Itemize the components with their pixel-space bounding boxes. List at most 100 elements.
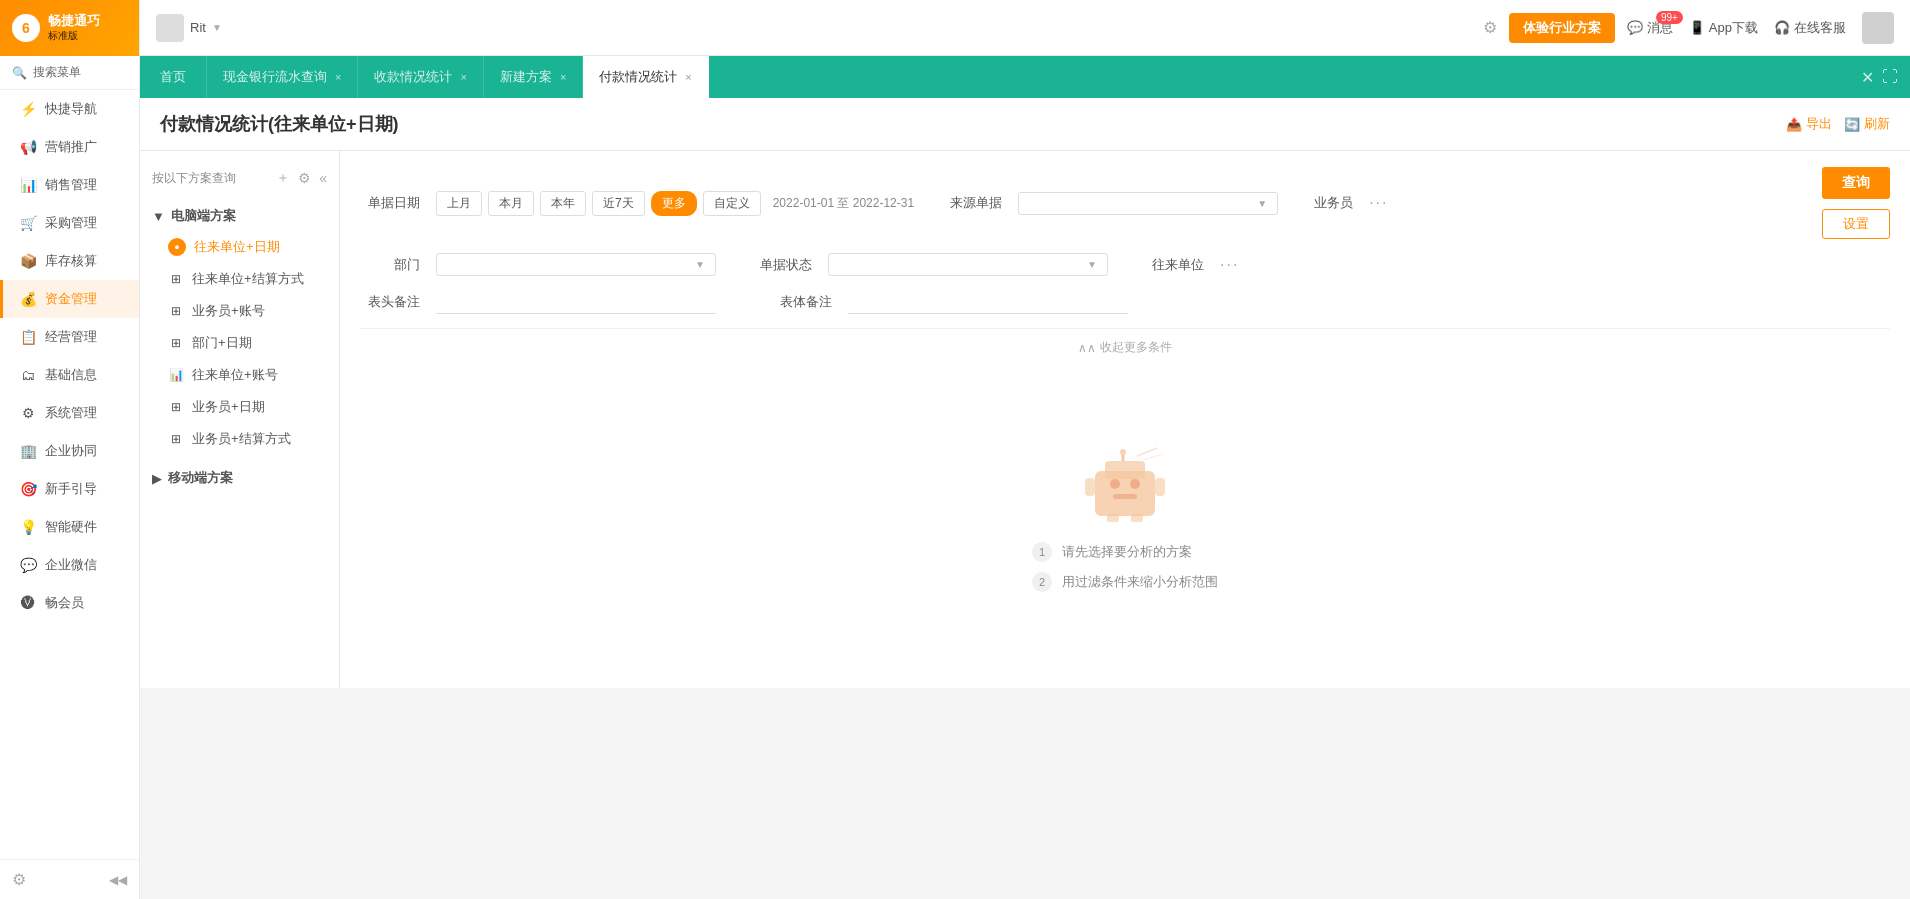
sidebar-item-label: 系统管理 [45, 404, 97, 422]
page-title: 付款情况统计(往来单位+日期) [160, 112, 399, 136]
user-avatar-small [156, 14, 184, 42]
sidebar-item-inventory[interactable]: 📦 库存核算 [0, 242, 139, 280]
tab-new-scheme[interactable]: 新建方案 × [484, 56, 583, 98]
sidebar-item-sales[interactable]: 📊 销售管理 [0, 166, 139, 204]
tab-payment-stat[interactable]: 付款情况统计 × [583, 56, 708, 98]
sidebar-item-label: 畅会员 [45, 594, 84, 612]
scheme-item-partner-settle[interactable]: ⊞ 往来单位+结算方式 [140, 263, 339, 295]
sidebar-item-finance[interactable]: 💰 资金管理 [0, 280, 139, 318]
body-note-input[interactable] [848, 290, 1128, 314]
collapse-panel-icon[interactable]: « [319, 170, 327, 186]
service-label: 在线客服 [1794, 19, 1846, 37]
filter-section: 单据日期 上月 本月 本年 近7天 更多 自定义 2022-01-01 至 20… [360, 167, 1890, 314]
scheme-item-partner-account[interactable]: 📊 往来单位+账号 [140, 359, 339, 391]
mobile-section-header[interactable]: ▶ 移动端方案 [140, 463, 339, 493]
query-button[interactable]: 查询 [1822, 167, 1890, 199]
scheme-item-staff-settle[interactable]: ⊞ 业务员+结算方式 [140, 423, 339, 455]
partner-select-dots[interactable]: ··· [1220, 256, 1239, 274]
staff-settle-icon: ⊞ [168, 431, 184, 447]
sidebar-item-purchase[interactable]: 🛒 采购管理 [0, 204, 139, 242]
scheme-item-staff-date[interactable]: ⊞ 业务员+日期 [140, 391, 339, 423]
left-panel: 按以下方案查询 ＋ ⚙ « ▼ 电脑端方案 ● 往来单位+日期 [140, 151, 340, 688]
close-all-tabs-icon[interactable]: ✕ [1861, 68, 1874, 87]
refresh-button[interactable]: 🔄 刷新 [1844, 115, 1890, 133]
more-btn[interactable]: 更多 [651, 191, 697, 216]
sidebar: 6 畅捷通巧 标准版 🔍 搜索菜单 ⚡ 快捷导航 📢 营销推广 📊 销售管理 🛒… [0, 0, 140, 899]
app-icon: 📱 [1689, 20, 1705, 35]
last-month-btn[interactable]: 上月 [436, 191, 482, 216]
settings-gear-icon[interactable]: ⚙ [1483, 18, 1497, 37]
tab-new-scheme-label: 新建方案 [500, 68, 552, 86]
app-download-label: App下载 [1709, 19, 1758, 37]
desktop-section-header[interactable]: ▼ 电脑端方案 [140, 201, 339, 231]
sidebar-item-enterprise[interactable]: 🏢 企业协同 [0, 432, 139, 470]
custom-btn[interactable]: 自定义 [703, 191, 761, 216]
tabs-bar: 首页 现金银行流水查询 × 收款情况统计 × 新建方案 × 付款情况统计 × ✕… [140, 56, 1910, 98]
bill-status-select[interactable]: ▼ [828, 253, 1108, 276]
tab-new-scheme-close[interactable]: × [560, 71, 566, 83]
last-7-btn[interactable]: 近7天 [592, 191, 645, 216]
svg-line-11 [1137, 448, 1157, 456]
tab-bank[interactable]: 现金银行流水查询 × [207, 56, 358, 98]
page-header: 付款情况统计(往来单位+日期) 📤 导出 🔄 刷新 [140, 98, 1910, 151]
settings-footer-icon[interactable]: ⚙ [12, 870, 26, 889]
sidebar-item-basic[interactable]: 🗂 基础信息 [0, 356, 139, 394]
sidebar-item-wechat[interactable]: 💬 企业微信 [0, 546, 139, 584]
tab-home-label: 首页 [160, 68, 186, 86]
svg-point-10 [1120, 449, 1126, 455]
scheme-item-partner-date[interactable]: ● 往来单位+日期 [140, 231, 339, 263]
trial-button[interactable]: 体验行业方案 [1509, 13, 1615, 43]
this-year-btn[interactable]: 本年 [540, 191, 586, 216]
brand-sub: 标准版 [48, 29, 100, 43]
manage-scheme-icon[interactable]: ⚙ [298, 170, 311, 186]
dept-dropdown-icon: ▼ [695, 259, 705, 270]
scheme-item-staff-account[interactable]: ⊞ 业务员+账号 [140, 295, 339, 327]
tab-home[interactable]: 首页 [140, 56, 207, 98]
settings-button[interactable]: 设置 [1822, 209, 1890, 239]
mobile-scheme-section: ▶ 移动端方案 [140, 459, 339, 497]
messages-button[interactable]: 💬 消息 99+ [1627, 19, 1673, 37]
source-select[interactable]: ▼ [1018, 192, 1278, 215]
svg-rect-6 [1155, 478, 1165, 496]
app-download-button[interactable]: 📱 App下载 [1689, 19, 1758, 37]
sidebar-item-quick-nav[interactable]: ⚡ 快捷导航 [0, 90, 139, 128]
scheme-item-label: 业务员+结算方式 [192, 430, 291, 448]
source-dropdown-icon: ▼ [1257, 198, 1267, 209]
dept-select[interactable]: ▼ [436, 253, 716, 276]
date-buttons: 上月 本月 本年 近7天 更多 自定义 2022-01-01 至 2022-12… [436, 191, 914, 216]
scheme-item-dept-date[interactable]: ⊞ 部门+日期 [140, 327, 339, 359]
message-icon: 💬 [1627, 20, 1643, 35]
sidebar-item-hardware[interactable]: 💡 智能硬件 [0, 508, 139, 546]
partner-date-icon: ● [168, 238, 186, 256]
tab-payment-stat-close[interactable]: × [685, 71, 691, 83]
mobile-section-arrow: ▶ [152, 471, 162, 486]
search-label: 搜索菜单 [33, 64, 81, 81]
this-month-btn[interactable]: 本月 [488, 191, 534, 216]
topbar-user: Rit ▼ [156, 14, 1471, 42]
user-dropdown-icon[interactable]: ▼ [212, 22, 222, 33]
add-scheme-icon[interactable]: ＋ [276, 169, 290, 187]
service-icon: 🎧 [1774, 20, 1790, 35]
fullscreen-icon[interactable]: ⛶ [1882, 68, 1898, 86]
staff-select-dots[interactable]: ··· [1369, 194, 1388, 212]
sidebar-item-label: 智能硬件 [45, 518, 97, 536]
tab-receipt-close[interactable]: × [460, 71, 466, 83]
header-note-input[interactable] [436, 290, 716, 314]
sidebar-item-guide[interactable]: 🎯 新手引导 [0, 470, 139, 508]
sidebar-item-marketing[interactable]: 📢 营销推广 [0, 128, 139, 166]
collapse-sidebar-icon[interactable]: ◀◀ [109, 873, 127, 887]
online-service-button[interactable]: 🎧 在线客服 [1774, 19, 1846, 37]
sidebar-item-vip[interactable]: 🅥 畅会员 [0, 584, 139, 622]
user-avatar-topbar[interactable] [1862, 12, 1894, 44]
search-menu[interactable]: 🔍 搜索菜单 [0, 56, 139, 90]
tab-bank-close[interactable]: × [335, 71, 341, 83]
sidebar-item-system[interactable]: ⚙ 系统管理 [0, 394, 139, 432]
sidebar-item-label: 资金管理 [45, 290, 97, 308]
collapse-filters-bar[interactable]: ∧∧ 收起更多条件 [360, 328, 1890, 366]
tab-receipt[interactable]: 收款情况统计 × [358, 56, 483, 98]
tabs-actions: ✕ ⛶ [1849, 68, 1910, 87]
sidebar-item-operation[interactable]: 📋 经营管理 [0, 318, 139, 356]
staff-account-icon: ⊞ [168, 303, 184, 319]
export-button[interactable]: 📤 导出 [1786, 115, 1832, 133]
empty-tips: 1 请先选择要分析的方案 2 用过滤条件来缩小分析范围 [1032, 542, 1218, 592]
